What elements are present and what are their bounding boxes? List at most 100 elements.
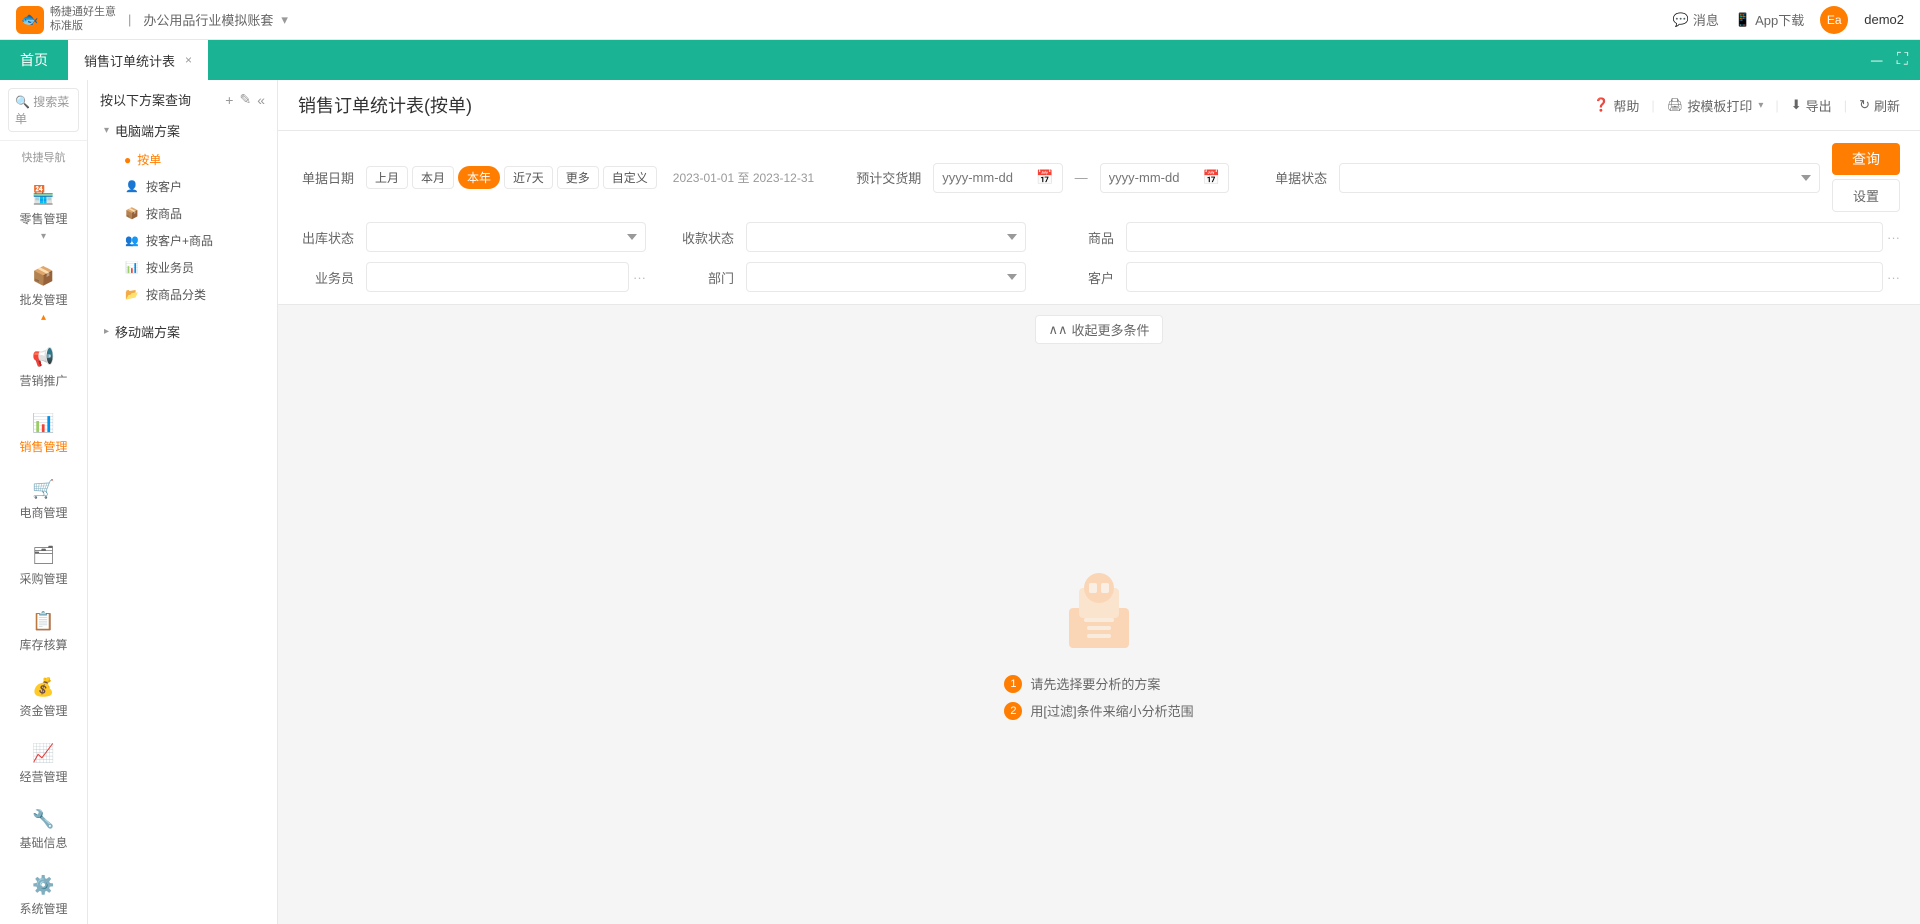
tab-sales-report[interactable]: 销售订单统计表 × <box>68 40 208 80</box>
expected-date-end-wrap[interactable]: 📅 <box>1100 163 1229 193</box>
status-select-wrap <box>1339 163 1820 193</box>
sidebar-item-inventory[interactable]: 📋 库存核算 <box>4 601 83 663</box>
sidebar-item-finance-label: 资金管理 <box>19 702 67 719</box>
calendar-end-icon: 📅 <box>1203 169 1220 186</box>
sidebar-item-retail[interactable]: 🏪 零售管理 ▾ <box>4 175 83 252</box>
main-layout: 🔍 搜索菜单 快捷导航 🏪 零售管理 ▾ 📦 批发管理 ▴ 📢 营销推广 📊 销… <box>0 80 1920 924</box>
scheme-by-order[interactable]: ● 按单 <box>116 146 277 173</box>
mobile-section-node: ▸ 移动端方案 <box>88 316 277 347</box>
print-arrow-icon: ▾ <box>1758 100 1763 111</box>
date-btn-this-month[interactable]: 本月 <box>412 166 454 189</box>
sidebar-item-inventory-label: 库存核算 <box>19 636 67 653</box>
ship-status-wrap <box>366 222 646 252</box>
salesperson-label: 业务员 <box>298 268 354 287</box>
scheme-by-category-label: 按商品分类 <box>146 286 206 303</box>
scheme-by-category[interactable]: 📂 按商品分类 <box>116 281 277 308</box>
receipt-status-wrap <box>746 222 1026 252</box>
sidebar-item-wholesale-label: 批发管理 <box>19 291 67 308</box>
date-btn-last-month[interactable]: 上月 <box>366 166 408 189</box>
dept-wrap <box>746 262 1026 292</box>
scheme-by-salesperson[interactable]: 📊 按业务员 <box>116 254 277 281</box>
system-icon: ⚙️ <box>32 875 54 896</box>
expected-date-start-wrap[interactable]: 📅 <box>933 163 1062 193</box>
sidebar-item-purchase[interactable]: 🗂 采购管理 <box>4 535 83 597</box>
ship-status-select[interactable] <box>366 222 646 252</box>
customer-input[interactable] <box>1126 262 1883 292</box>
salesperson-wrap: ··· <box>366 262 646 292</box>
sidebar-item-ecommerce[interactable]: 🛒 电商管理 <box>4 469 83 531</box>
export-btn[interactable]: ⬇ 导出 <box>1791 96 1832 115</box>
refresh-btn[interactable]: ↻ 刷新 <box>1859 96 1900 115</box>
tabbar: 首页 销售订单统计表 × － ⛶ <box>0 40 1920 80</box>
panel-header: 按以下方案查询 + ✎ « <box>88 80 277 115</box>
scheme-by-customer[interactable]: 👤 按客户 <box>116 173 277 200</box>
scheme-by-product-label: 按商品 <box>146 205 182 222</box>
add-scheme-btn[interactable]: + <box>225 92 233 108</box>
finance-icon: 💰 <box>32 677 54 698</box>
tabbar-right-actions: － ⛶ <box>1865 40 1920 80</box>
empty-step-2: 2 用[过滤]条件来缩小分析范围 <box>1004 701 1193 720</box>
panel-title: 按以下方案查询 <box>100 90 191 109</box>
scheme-by-order-icon: ● <box>124 153 131 167</box>
customer-wrap: ··· <box>1126 262 1900 292</box>
page-header: 销售订单统计表(按单) ❓ 帮助 | 🖨 按模板打印 ▾ | ⬇ 导出 | <box>278 80 1920 131</box>
sidebar-item-finance[interactable]: 💰 资金管理 <box>4 667 83 729</box>
edit-scheme-btn[interactable]: ✎ <box>239 91 251 108</box>
sidebar-item-system[interactable]: ⚙️ 系统管理 <box>4 865 83 924</box>
tab-minimize-btn[interactable]: － <box>1865 44 1889 76</box>
tab-maximize-btn[interactable]: ⛶ <box>1893 47 1912 73</box>
query-btn[interactable]: 查询 <box>1832 143 1900 175</box>
sidebar-quick-nav-label: 快捷导航 <box>0 141 87 173</box>
breadcrumb-arrow[interactable]: ▾ <box>281 12 288 28</box>
tab-home[interactable]: 首页 <box>0 40 68 80</box>
sidebar-search-btn[interactable]: 🔍 搜索菜单 <box>8 88 79 132</box>
avatar[interactable]: Ea <box>1820 6 1848 34</box>
settings-btn[interactable]: 设置 <box>1832 179 1900 212</box>
pc-expand-arrow[interactable]: ▾ <box>104 125 109 136</box>
date-btn-custom[interactable]: 自定义 <box>603 166 657 189</box>
expected-date-end-input[interactable] <box>1109 170 1199 185</box>
sidebar-item-marketing[interactable]: 📢 营销推广 <box>4 337 83 399</box>
collapse-panel-btn[interactable]: « <box>257 92 265 108</box>
date-btn-last7[interactable]: 近7天 <box>504 166 553 189</box>
content-area: 销售订单统计表(按单) ❓ 帮助 | 🖨 按模板打印 ▾ | ⬇ 导出 | <box>278 80 1920 924</box>
status-select[interactable] <box>1339 163 1820 193</box>
date-label: 单据日期 <box>298 168 354 187</box>
receipt-status-select[interactable] <box>746 222 1026 252</box>
expected-date-start-input[interactable] <box>942 170 1032 185</box>
divider3: | <box>1844 98 1847 113</box>
marketing-icon: 📢 <box>32 347 54 368</box>
customer-more-btn[interactable]: ··· <box>1887 270 1900 285</box>
page-header-actions: ❓ 帮助 | 🖨 按模板打印 ▾ | ⬇ 导出 | ↻ 刷新 <box>1593 96 1900 127</box>
date-btn-more[interactable]: 更多 <box>557 166 599 189</box>
scheme-by-product[interactable]: 📦 按商品 <box>116 200 277 227</box>
sidebar-item-operation[interactable]: 📈 经营管理 <box>4 733 83 795</box>
pc-section-node: ▾ 电脑端方案 <box>88 115 277 146</box>
mobile-section-label: 移动端方案 <box>115 322 180 341</box>
sidebar-item-basic[interactable]: 🔧 基础信息 <box>4 799 83 861</box>
salesperson-more-btn[interactable]: ··· <box>633 270 646 285</box>
goods-more-btn[interactable]: ··· <box>1887 230 1900 245</box>
message-btn[interactable]: 💬 消息 <box>1673 10 1719 29</box>
topbar: 🐟 畅捷通好生意 标准版 | 办公用品行业模拟账套 ▾ 💬 消息 📱 App下载… <box>0 0 1920 40</box>
dept-select[interactable] <box>746 262 1026 292</box>
breadcrumb[interactable]: 办公用品行业模拟账套 <box>143 10 273 29</box>
wholesale-icon: 📦 <box>32 266 54 287</box>
date-btn-this-year[interactable]: 本年 <box>458 166 500 189</box>
filter-row-1: 单据日期 上月 本月 本年 近7天 更多 自定义 2023-01-01 至 20… <box>298 143 1900 212</box>
tab-close-btn[interactable]: × <box>185 53 192 67</box>
help-btn[interactable]: ❓ 帮助 <box>1593 96 1639 115</box>
empty-illustration <box>1049 558 1149 658</box>
scheme-by-cust-prod[interactable]: 👥 按客户+商品 <box>116 227 277 254</box>
print-btn[interactable]: 🖨 按模板打印 ▾ <box>1667 96 1764 115</box>
collapse-btn[interactable]: ∧∧ 收起更多条件 <box>1035 315 1162 344</box>
sidebar-item-basic-label: 基础信息 <box>19 834 67 851</box>
retail-arrow: ▾ <box>41 231 46 242</box>
sidebar-item-wholesale[interactable]: 📦 批发管理 ▴ <box>4 256 83 333</box>
app-download-btn[interactable]: 📱 App下载 <box>1735 10 1804 29</box>
goods-input[interactable] <box>1126 222 1883 252</box>
filter-row-2: 出库状态 收款状态 商品 ··· <box>298 222 1900 252</box>
salesperson-input[interactable] <box>366 262 629 292</box>
sidebar-item-sales[interactable]: 📊 销售管理 <box>4 403 83 465</box>
mobile-expand-arrow[interactable]: ▸ <box>104 326 109 337</box>
